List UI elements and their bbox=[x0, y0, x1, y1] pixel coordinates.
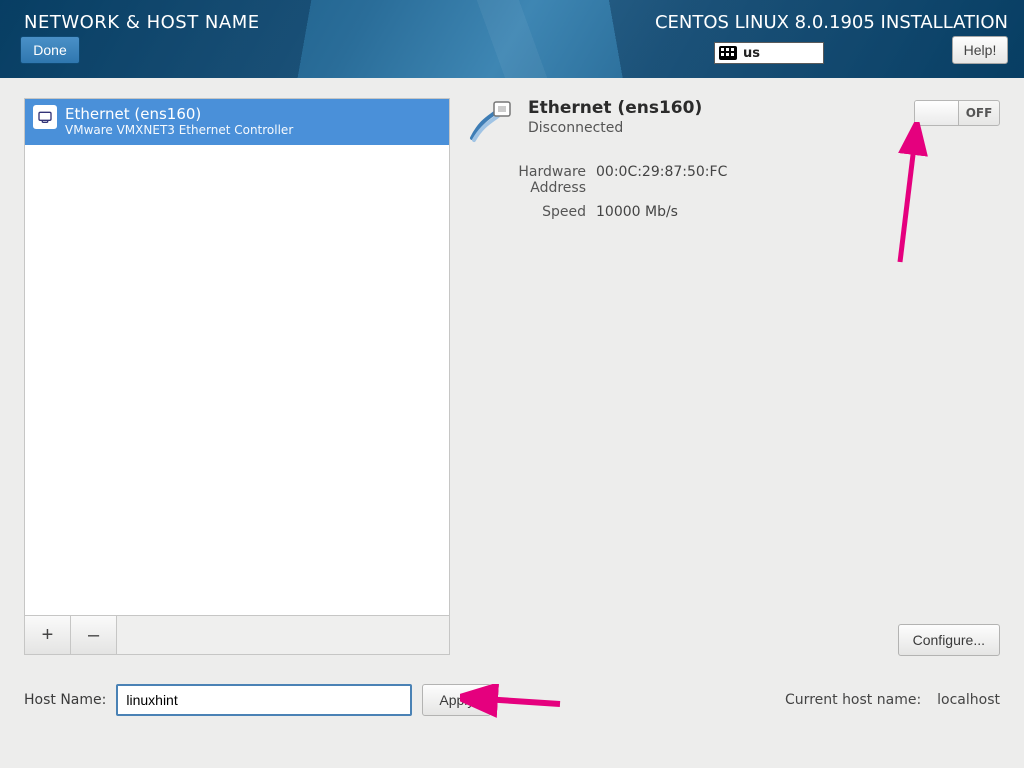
keyboard-layout-indicator[interactable]: us bbox=[714, 42, 824, 64]
detail-status: Disconnected bbox=[528, 120, 702, 136]
detail-pane: Ethernet (ens160) Disconnected OFF Hardw… bbox=[466, 98, 1000, 220]
ethernet-icon bbox=[33, 105, 57, 129]
connection-toggle[interactable]: OFF bbox=[914, 100, 1000, 126]
apply-button[interactable]: Apply bbox=[422, 684, 491, 716]
device-subtitle: VMware VMXNET3 Ethernet Controller bbox=[65, 123, 439, 137]
toggle-label: OFF bbox=[959, 101, 999, 125]
device-panel: Ethernet (ens160) VMware VMXNET3 Etherne… bbox=[24, 98, 450, 655]
hardware-address-value: 00:0C:29:87:50:FC bbox=[596, 164, 1000, 196]
detail-properties: Hardware Address 00:0C:29:87:50:FC Speed… bbox=[466, 164, 1000, 220]
hostname-row: Host Name: Apply Current host name: loca… bbox=[24, 684, 1000, 716]
hostname-input[interactable] bbox=[116, 684, 412, 716]
configure-button[interactable]: Configure... bbox=[898, 624, 1000, 656]
done-button[interactable]: Done bbox=[20, 36, 80, 64]
detail-header: Ethernet (ens160) Disconnected OFF bbox=[466, 98, 1000, 146]
detail-title: Ethernet (ens160) bbox=[528, 98, 702, 118]
current-hostname-label: Current host name: bbox=[785, 692, 921, 708]
device-name: Ethernet (ens160) bbox=[65, 105, 439, 123]
help-button[interactable]: Help! bbox=[952, 36, 1008, 64]
remove-device-button[interactable]: – bbox=[71, 616, 117, 654]
network-cable-icon bbox=[466, 98, 514, 146]
keyboard-icon bbox=[719, 46, 737, 60]
install-title: CENTOS LINUX 8.0.1905 INSTALLATION bbox=[655, 12, 1008, 33]
hardware-address-label: Hardware Address bbox=[466, 164, 586, 196]
body-area: Ethernet (ens160) VMware VMXNET3 Etherne… bbox=[0, 78, 1024, 768]
current-hostname-value: localhost bbox=[937, 692, 1000, 708]
toggle-knob bbox=[915, 101, 959, 125]
device-toolbar: + – bbox=[25, 615, 449, 654]
page-title: NETWORK & HOST NAME bbox=[24, 12, 260, 33]
hostname-label: Host Name: bbox=[24, 692, 106, 708]
keyboard-layout-label: us bbox=[743, 46, 760, 61]
device-list-item[interactable]: Ethernet (ens160) VMware VMXNET3 Etherne… bbox=[25, 99, 449, 145]
device-list[interactable]: Ethernet (ens160) VMware VMXNET3 Etherne… bbox=[25, 99, 449, 615]
header-bar: NETWORK & HOST NAME CENTOS LINUX 8.0.190… bbox=[0, 0, 1024, 78]
toolbar-spacer bbox=[117, 616, 449, 654]
add-device-button[interactable]: + bbox=[25, 616, 71, 654]
speed-value: 10000 Mb/s bbox=[596, 204, 1000, 220]
speed-label: Speed bbox=[466, 204, 586, 220]
